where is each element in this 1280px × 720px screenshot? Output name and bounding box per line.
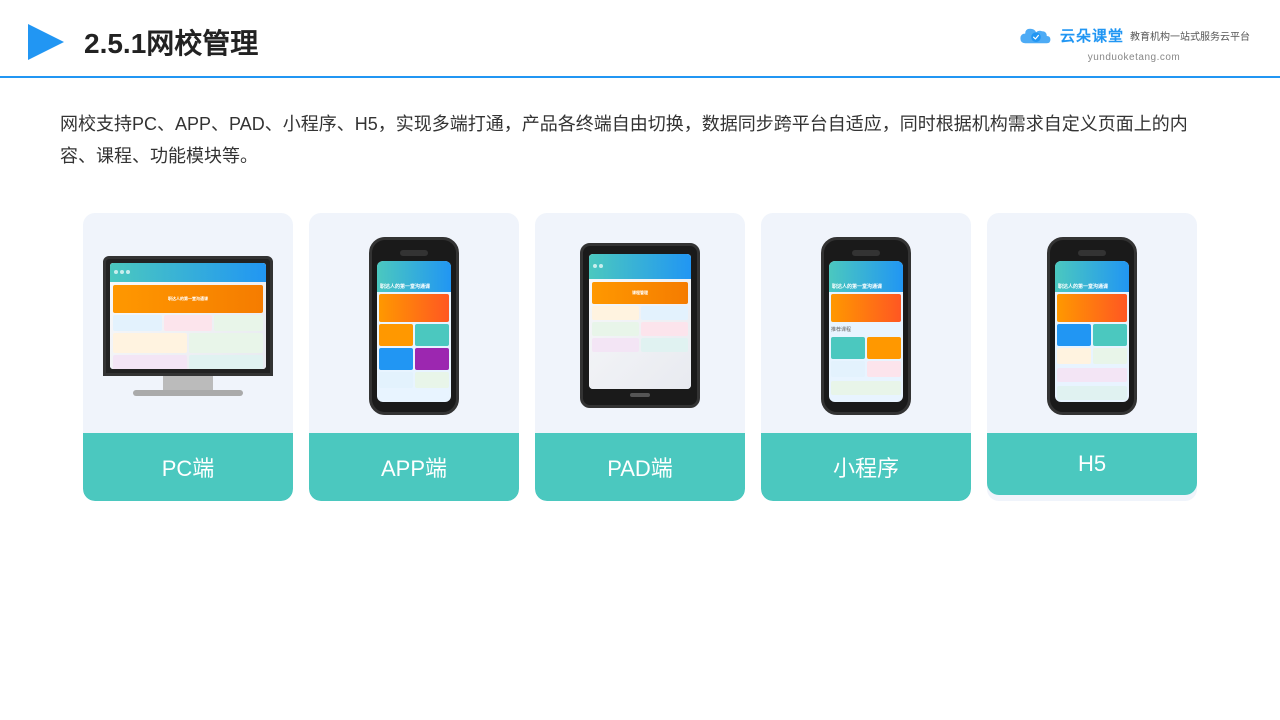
phone-notch <box>400 250 428 256</box>
page-title: 2.5.1网校管理 <box>84 22 258 62</box>
card-pc: 职达人的第一堂沟通课 <box>83 213 293 501</box>
cards-container: 职达人的第一堂沟通课 <box>0 183 1280 531</box>
card-pc-image: 职达人的第一堂沟通课 <box>83 213 293 433</box>
logo-area: 云朵课堂 教育机构一站式服务云平台 yunduoketang.com <box>1018 22 1250 63</box>
pc-screen-inner: 职达人的第一堂沟通课 <box>110 263 266 369</box>
description: 网校支持PC、APP、PAD、小程序、H5，实现多端打通，产品各终端自由切换，数… <box>0 78 1280 183</box>
miniprogram-phone-mockup: 职达人的第一堂沟通课 推荐课程 <box>821 237 911 415</box>
phone-notch-2 <box>852 250 880 256</box>
card-h5-label: H5 <box>987 433 1197 495</box>
card-h5: 职达人的第一堂沟通课 <box>987 213 1197 501</box>
card-pad: 课程管理 <box>535 213 745 501</box>
pc-stand <box>163 376 213 390</box>
pc-base <box>133 390 243 396</box>
card-miniprogram-label: 小程序 <box>761 433 971 501</box>
card-pad-image: 课程管理 <box>535 213 745 433</box>
app-phone-screen: 职达人的第一堂沟通课 <box>377 261 451 402</box>
card-app-image: 职达人的第一堂沟通课 <box>309 213 519 433</box>
logo-tagline: 教育机构一站式服务云平台 <box>1130 28 1250 43</box>
pc-screen-outer: 职达人的第一堂沟通课 <box>103 256 273 376</box>
logo-url: yunduoketang.com <box>1088 52 1181 63</box>
pad-tablet-screen: 课程管理 <box>589 254 691 389</box>
cloud-icon <box>1018 22 1054 50</box>
logo-cloud: 云朵课堂 教育机构一站式服务云平台 <box>1018 22 1250 50</box>
h5-phone-screen: 职达人的第一堂沟通课 <box>1055 261 1129 402</box>
card-h5-image: 职达人的第一堂沟通课 <box>987 213 1197 433</box>
card-app-label: APP端 <box>309 433 519 501</box>
pc-mockup: 职达人的第一堂沟通课 <box>103 256 273 396</box>
phone-notch-3 <box>1078 250 1106 256</box>
pad-tablet-mockup: 课程管理 <box>580 243 700 408</box>
card-app: 职达人的第一堂沟通课 <box>309 213 519 501</box>
logo-brand: 云朵课堂 <box>1060 25 1124 46</box>
description-text: 网校支持PC、APP、PAD、小程序、H5，实现多端打通，产品各终端自由切换，数… <box>60 108 1220 173</box>
card-miniprogram-image: 职达人的第一堂沟通课 推荐课程 <box>761 213 971 433</box>
miniprogram-phone-screen: 职达人的第一堂沟通课 推荐课程 <box>829 261 903 402</box>
card-miniprogram: 职达人的第一堂沟通课 推荐课程 <box>761 213 971 501</box>
card-pad-label: PAD端 <box>535 433 745 501</box>
app-phone-mockup: 职达人的第一堂沟通课 <box>369 237 459 415</box>
tablet-home-button <box>630 393 650 397</box>
play-icon <box>20 18 68 66</box>
header: 2.5.1网校管理 云朵课堂 教育机构一站式服务云平台 yunduoketang… <box>0 0 1280 78</box>
header-left: 2.5.1网校管理 <box>20 18 258 66</box>
h5-phone-mockup: 职达人的第一堂沟通课 <box>1047 237 1137 415</box>
card-pc-label: PC端 <box>83 433 293 501</box>
